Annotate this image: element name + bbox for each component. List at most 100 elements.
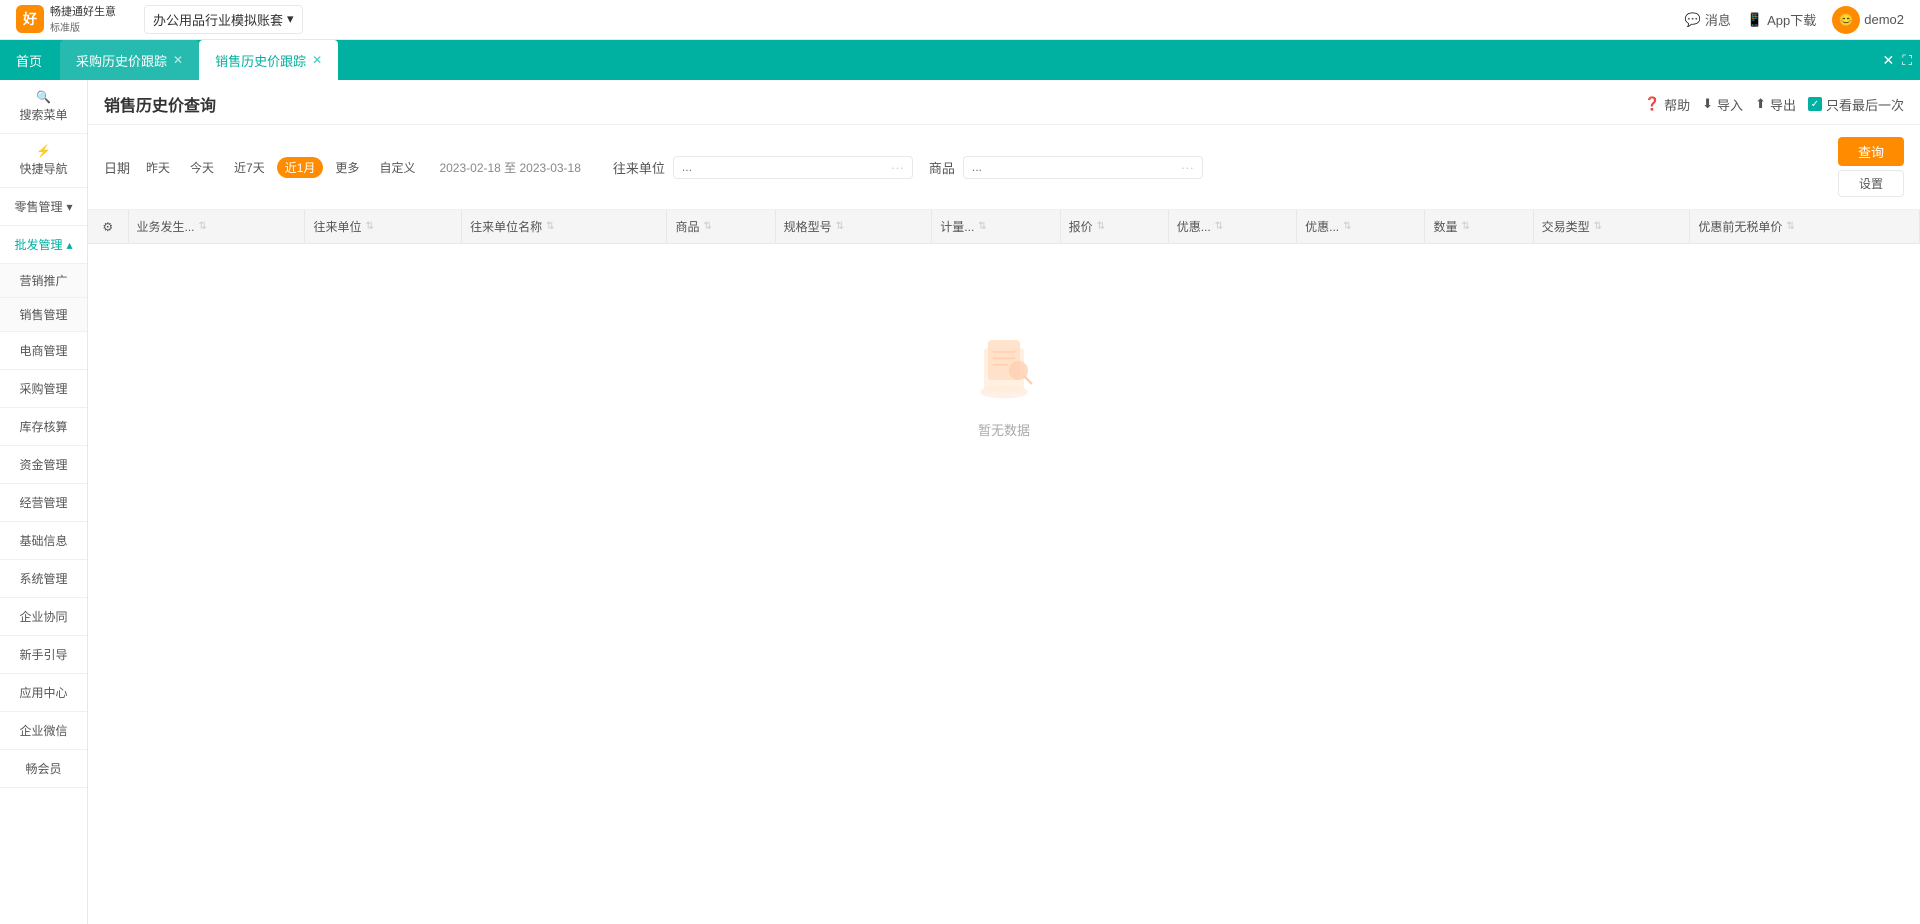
filter-row-1: 日期 昨天 今天 近7天 近1月 更多 自定义 2023-02-18 至 202…: [104, 156, 1203, 179]
counterpart-input-wrapper[interactable]: ···: [673, 156, 913, 179]
username-label: demo2: [1864, 12, 1904, 27]
th-goods[interactable]: 商品 ⇅: [667, 210, 775, 244]
sidebar-item-new-guide[interactable]: 新手引导: [0, 636, 87, 674]
sidebar-purchase-label: 采购管理: [19, 380, 67, 397]
date-option-today[interactable]: 今天: [182, 157, 222, 178]
sidebar-marketing-label: 营销推广: [19, 274, 67, 288]
goods-more-icon[interactable]: ···: [1181, 160, 1194, 175]
sidebar-item-quick-nav[interactable]: ⚡ 快捷导航: [0, 134, 87, 188]
th-trade-type-label: 交易类型: [1542, 218, 1590, 235]
goods-input-wrapper[interactable]: ···: [963, 156, 1203, 179]
help-button[interactable]: ❓ 帮助: [1644, 95, 1690, 114]
date-option-1month[interactable]: 近1月: [277, 157, 324, 178]
th-biz-date-label: 业务发生...: [137, 218, 195, 235]
th-goods-label: 商品: [675, 218, 699, 235]
only-last-checkbox[interactable]: ✓ 只看最后一次: [1808, 95, 1904, 114]
sidebar-item-ecommerce-mgmt[interactable]: 电商管理: [0, 332, 87, 370]
sidebar-item-system-mgmt[interactable]: 系统管理: [0, 560, 87, 598]
tab-sales-history[interactable]: 销售历史价跟踪 ✕: [199, 40, 338, 80]
setting-button[interactable]: 设置: [1838, 170, 1904, 197]
sidebar-item-basic-info[interactable]: 基础信息: [0, 522, 87, 560]
date-option-7days[interactable]: 近7天: [226, 157, 273, 178]
sidebar-guide-label: 新手引导: [19, 646, 67, 663]
th-pretax-price[interactable]: 优惠前无税单价 ⇅: [1690, 210, 1920, 244]
main-layout: 🔍 搜索菜单 ⚡ 快捷导航 零售管理 ▾ 批发管理 ▴ 营销推广 销售管理 电商…: [0, 80, 1920, 924]
download-icon: 📱: [1747, 12, 1763, 28]
maximize-icon[interactable]: ⛶: [1902, 52, 1912, 69]
sales-history-tab-close[interactable]: ✕: [312, 53, 322, 67]
sidebar-item-sales-mgmt[interactable]: 销售管理: [0, 298, 87, 332]
sidebar-item-app-center[interactable]: 应用中心: [0, 674, 87, 712]
workspace-label: 办公用品行业模拟账套: [153, 10, 283, 29]
sidebar-member-label: 畅会员: [25, 760, 61, 777]
sidebar-item-retail-mgmt[interactable]: 零售管理 ▾: [0, 188, 87, 226]
sales-history-tab-label: 销售历史价跟踪: [215, 51, 306, 70]
th-spec[interactable]: 规格型号 ⇅: [775, 210, 932, 244]
sidebar-item-ops-mgmt[interactable]: 经营管理: [0, 484, 87, 522]
chevron-down-icon: ▾: [287, 11, 294, 27]
sidebar-item-marketing[interactable]: 营销推广: [0, 264, 87, 298]
sidebar-item-purchase-mgmt[interactable]: 采购管理: [0, 370, 87, 408]
export-label: 导出: [1770, 95, 1796, 114]
sidebar-retail-label: 零售管理: [14, 198, 62, 215]
tab-bar: 首页 采购历史价跟踪 ✕ 销售历史价跟踪 ✕ ✕ ⛶: [0, 40, 1920, 80]
th-biz-date[interactable]: 业务发生... ⇅: [128, 210, 305, 244]
tab-purchase-history[interactable]: 采购历史价跟踪 ✕: [60, 40, 199, 80]
sidebar-item-wholesale-mgmt[interactable]: 批发管理 ▴: [0, 226, 87, 264]
sort-icon-counterpart-name: ⇅: [546, 221, 554, 232]
search-icon: 🔍: [36, 90, 51, 104]
th-counterpart-code-label: 往来单位: [313, 218, 361, 235]
sort-icon-discount2: ⇅: [1343, 221, 1351, 232]
purchase-history-tab-close[interactable]: ✕: [173, 53, 183, 67]
tab-bar-actions: ✕ ⛶: [1882, 52, 1920, 69]
sidebar-item-member[interactable]: 畅会员: [0, 750, 87, 788]
sidebar-inventory-label: 库存核算: [19, 418, 67, 435]
tab-home[interactable]: 首页: [0, 40, 58, 80]
counterpart-filter-label: 往来单位: [613, 158, 665, 177]
app-download-label: App下载: [1767, 10, 1816, 29]
sidebar-item-finance-mgmt[interactable]: 资金管理: [0, 446, 87, 484]
th-discount2[interactable]: 优惠... ⇅: [1297, 210, 1425, 244]
counterpart-input[interactable]: [682, 160, 891, 174]
sort-icon-trade-type: ⇅: [1594, 221, 1602, 232]
export-icon: ⬆: [1755, 96, 1766, 112]
th-counterpart-code[interactable]: 往来单位 ⇅: [305, 210, 462, 244]
goods-filter-group: 商品 ···: [929, 156, 1203, 179]
message-button[interactable]: 💬 消息: [1685, 10, 1731, 29]
sidebar-wholesale-label: 批发管理: [14, 236, 62, 253]
app-download-button[interactable]: 📱 App下载: [1747, 10, 1816, 29]
date-option-custom[interactable]: 自定义: [371, 157, 423, 178]
counterpart-more-icon[interactable]: ···: [891, 160, 904, 175]
date-options: 昨天 今天 近7天 近1月 更多 自定义: [138, 157, 423, 178]
logo-text: 畅捷通好生意: [50, 5, 116, 19]
goods-input[interactable]: [972, 160, 1181, 174]
date-option-yesterday[interactable]: 昨天: [138, 157, 178, 178]
date-option-more[interactable]: 更多: [327, 157, 367, 178]
close-tab-icon[interactable]: ✕: [1882, 52, 1894, 69]
settings-icon[interactable]: ⚙: [102, 220, 113, 234]
th-trade-type[interactable]: 交易类型 ⇅: [1533, 210, 1690, 244]
date-filter-label: 日期: [104, 158, 130, 177]
user-profile-button[interactable]: 😊 demo2: [1832, 6, 1904, 34]
sidebar-item-search-menu[interactable]: 🔍 搜索菜单: [0, 80, 87, 134]
query-button[interactable]: 查询: [1838, 137, 1904, 166]
th-quantity[interactable]: 数量 ⇅: [1425, 210, 1533, 244]
sort-icon-counterpart-code: ⇅: [365, 221, 373, 232]
sidebar-item-enterprise-collab[interactable]: 企业协同: [0, 598, 87, 636]
export-button[interactable]: ⬆ 导出: [1755, 95, 1796, 114]
th-quoted-price[interactable]: 报价 ⇅: [1060, 210, 1168, 244]
sidebar-finance-label: 资金管理: [19, 456, 67, 473]
import-button[interactable]: ⬇ 导入: [1702, 95, 1743, 114]
sort-icon-spec: ⇅: [836, 221, 844, 232]
sidebar-item-inventory-check[interactable]: 库存核算: [0, 408, 87, 446]
logo-icon: 好: [16, 5, 44, 33]
checkbox-checked-icon: ✓: [1808, 97, 1822, 111]
th-discount1[interactable]: 优惠... ⇅: [1168, 210, 1296, 244]
th-counterpart-name[interactable]: 往来单位名称 ⇅: [462, 210, 667, 244]
workspace-selector[interactable]: 办公用品行业模拟账套 ▾: [144, 5, 303, 34]
th-settings[interactable]: ⚙: [88, 210, 128, 244]
th-unit[interactable]: 计量... ⇅: [932, 210, 1060, 244]
sidebar-item-enterprise-wechat[interactable]: 企业微信: [0, 712, 87, 750]
nav-icon: ⚡: [36, 144, 51, 158]
content-area: 销售历史价查询 ❓ 帮助 ⬇ 导入 ⬆ 导出 ✓: [88, 80, 1920, 924]
